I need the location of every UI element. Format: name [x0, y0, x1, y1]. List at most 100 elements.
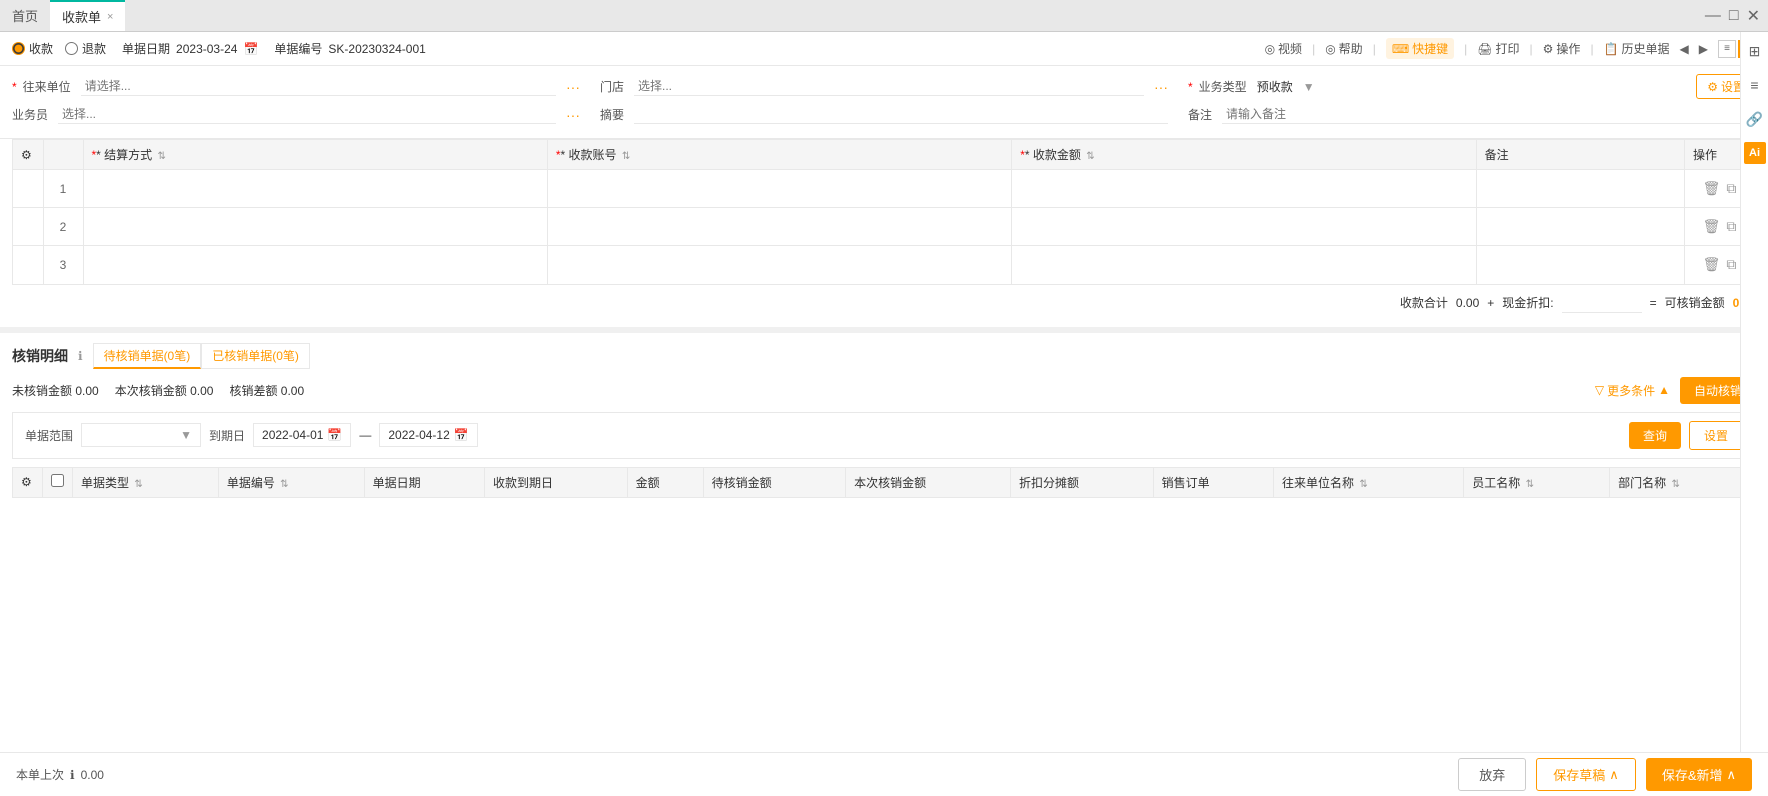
ops-btn[interactable]: ⚙ 操作 — [1543, 40, 1581, 57]
diff-label: 核销差额 — [229, 384, 277, 398]
business-type-dropdown-icon[interactable]: ▼ — [1303, 80, 1315, 94]
toolbar-right-actions: ◎ 视频 | ◎ 帮助 | ⌨ 快捷键 | 🖨 打印 | ⚙ 操作 — [1265, 38, 1756, 59]
more-conditions-btn[interactable]: ▽ 更多条件 ▲ — [1595, 382, 1670, 399]
remark-input[interactable] — [1222, 105, 1756, 124]
account-cell[interactable] — [547, 170, 1011, 208]
date-value: 2023-03-24 — [176, 42, 237, 56]
stats-row: 未核销金额 0.00 本次核销金额 0.00 核销差额 0.00 ▽ 更多条件 … — [12, 377, 1756, 404]
maximize-button[interactable]: □ — [1729, 7, 1739, 25]
sort-staff-icon[interactable]: ⇅ — [1526, 479, 1534, 490]
sort-settlement-icon[interactable]: ⇅ — [158, 151, 166, 162]
sidebar-list-icon[interactable]: ≡ — [1744, 74, 1766, 96]
col-gear[interactable]: ⚙ — [13, 140, 43, 170]
more-conditions-icon: ▲ — [1658, 383, 1670, 397]
col-account: ** 收款账号 ⇅ — [547, 140, 1011, 170]
settlement-cell[interactable] — [83, 208, 547, 246]
close-button[interactable]: ✕ — [1747, 6, 1760, 26]
summary-input[interactable] — [634, 105, 1168, 124]
discard-button[interactable]: 放弃 — [1458, 758, 1526, 791]
refund-radio[interactable]: 退款 — [65, 40, 106, 57]
range-dropdown-icon: ▼ — [180, 428, 192, 442]
receipt-radio[interactable]: 收款 — [12, 40, 53, 57]
nav-next-icon[interactable]: ▶ — [1699, 42, 1708, 56]
partner-input[interactable] — [81, 77, 556, 96]
col-doc-num: 单据编号 ⇅ — [218, 467, 364, 497]
staff-input[interactable] — [58, 105, 556, 124]
query-btn[interactable]: 查询 — [1629, 422, 1681, 449]
date-field: 单据日期 2023-03-24 📅 — [122, 40, 258, 57]
shortcut-label: 快捷键 — [1412, 40, 1448, 57]
tab-home[interactable]: 首页 — [0, 0, 50, 31]
sidebar-clip-icon[interactable]: 🔗 — [1744, 108, 1766, 130]
delete-row-btn[interactable]: 🗑 — [1703, 218, 1721, 235]
partner-label: 往来单位 — [23, 78, 71, 95]
verification-tabs: 待核销单据(0笔) 已核销单据(0笔) — [93, 343, 310, 369]
help-btn[interactable]: ◎ 帮助 — [1325, 40, 1363, 57]
amount-cell[interactable] — [1012, 246, 1476, 284]
print-btn[interactable]: 🖨 打印 — [1477, 40, 1519, 57]
range-select[interactable]: ▼ — [81, 423, 201, 447]
discount-input[interactable] — [1562, 293, 1642, 313]
copy-row-btn[interactable]: ⧉ — [1726, 256, 1736, 273]
sort-doc-type-icon[interactable]: ⇅ — [134, 479, 142, 490]
staff-more-btn[interactable]: ··· — [566, 107, 580, 123]
minimize-button[interactable]: — — [1705, 7, 1721, 25]
copy-row-btn[interactable]: ⧉ — [1726, 180, 1736, 197]
carry-over-info-icon[interactable]: ℹ — [70, 768, 75, 782]
save-new-button[interactable]: 保存&新增 ∧ — [1646, 758, 1752, 791]
table-header-row: ⚙ ** 结算方式 ⇅ ** 收款账号 ⇅ ** 收款金额 ⇅ — [13, 140, 1755, 170]
amount-cell[interactable] — [1012, 170, 1476, 208]
col-gear-bt[interactable]: ⚙ — [13, 467, 43, 497]
amount-cell[interactable] — [1012, 208, 1476, 246]
remark-cell[interactable] — [1476, 170, 1684, 208]
sort-amount-icon[interactable]: ⇅ — [1086, 151, 1094, 162]
date-to-value: 2022-04-12 — [388, 428, 449, 442]
partner-more-btn[interactable]: ··· — [566, 79, 580, 95]
calendar-icon[interactable]: 📅 — [243, 42, 258, 56]
sort-account-icon[interactable]: ⇅ — [622, 151, 630, 162]
date-from-input[interactable]: 2022-04-01 📅 — [253, 423, 351, 447]
history-btn[interactable]: 📋 历史单据 — [1604, 40, 1670, 57]
shop-more-btn[interactable]: ··· — [1154, 79, 1168, 95]
sort-partner-icon[interactable]: ⇅ — [1359, 479, 1367, 490]
info-icon[interactable]: ℹ — [78, 349, 83, 363]
settlement-cell[interactable] — [83, 170, 547, 208]
remark-cell[interactable] — [1476, 208, 1684, 246]
select-all-checkbox[interactable] — [51, 474, 64, 487]
section-title: 核销明细 — [12, 346, 68, 366]
tab-close-icon[interactable]: × — [107, 11, 113, 23]
col-settlement: ** 结算方式 ⇅ — [83, 140, 547, 170]
tab-pending[interactable]: 待核销单据(0笔) — [93, 343, 202, 369]
tab-receipt[interactable]: 收款单 × — [50, 0, 125, 31]
sort-doc-num-icon[interactable]: ⇅ — [280, 479, 288, 490]
sidebar-ai-icon[interactable]: Ai — [1744, 142, 1766, 164]
tab-done[interactable]: 已核销单据(0笔) — [201, 343, 310, 369]
shop-input[interactable] — [634, 77, 1144, 96]
copy-row-btn[interactable]: ⧉ — [1726, 218, 1736, 235]
cal-from-icon[interactable]: 📅 — [327, 428, 342, 442]
table-row: 2 🗑 ⧉ — [13, 208, 1755, 246]
print-icon: 🖨 — [1477, 42, 1492, 56]
layout-list-icon[interactable]: ≡ — [1718, 40, 1736, 58]
delete-row-btn[interactable]: 🗑 — [1703, 180, 1721, 197]
main-content: 收款 退款 单据日期 2023-03-24 📅 单据编号 SK-20230324… — [0, 32, 1768, 796]
video-btn[interactable]: ◎ 视频 — [1265, 40, 1303, 57]
tab-receipt-label: 收款单 — [62, 7, 101, 26]
settlement-cell[interactable] — [83, 246, 547, 284]
account-cell[interactable] — [547, 208, 1011, 246]
delete-row-btn[interactable]: 🗑 — [1703, 256, 1721, 273]
cal-to-icon[interactable]: 📅 — [454, 428, 469, 442]
filter-settings-btn[interactable]: 设置 — [1689, 421, 1743, 450]
refund-label: 退款 — [82, 40, 106, 57]
account-cell[interactable] — [547, 246, 1011, 284]
date-to-input[interactable]: 2022-04-12 📅 — [379, 423, 477, 447]
current-label: 本次核销金额 — [115, 384, 187, 398]
save-draft-button[interactable]: 保存草稿 ∧ — [1536, 758, 1636, 791]
remark-cell[interactable] — [1476, 246, 1684, 284]
sidebar-table-icon[interactable]: ⊞ — [1744, 40, 1766, 62]
carry-over-label: 本单上次 — [16, 766, 64, 783]
form-row-2: 业务员 ··· 摘要 备注 — [12, 105, 1756, 124]
sort-dept-icon[interactable]: ⇅ — [1671, 479, 1679, 490]
shortcut-btn[interactable]: ⌨ 快捷键 — [1386, 38, 1454, 59]
nav-prev-icon[interactable]: ◀ — [1680, 42, 1689, 56]
